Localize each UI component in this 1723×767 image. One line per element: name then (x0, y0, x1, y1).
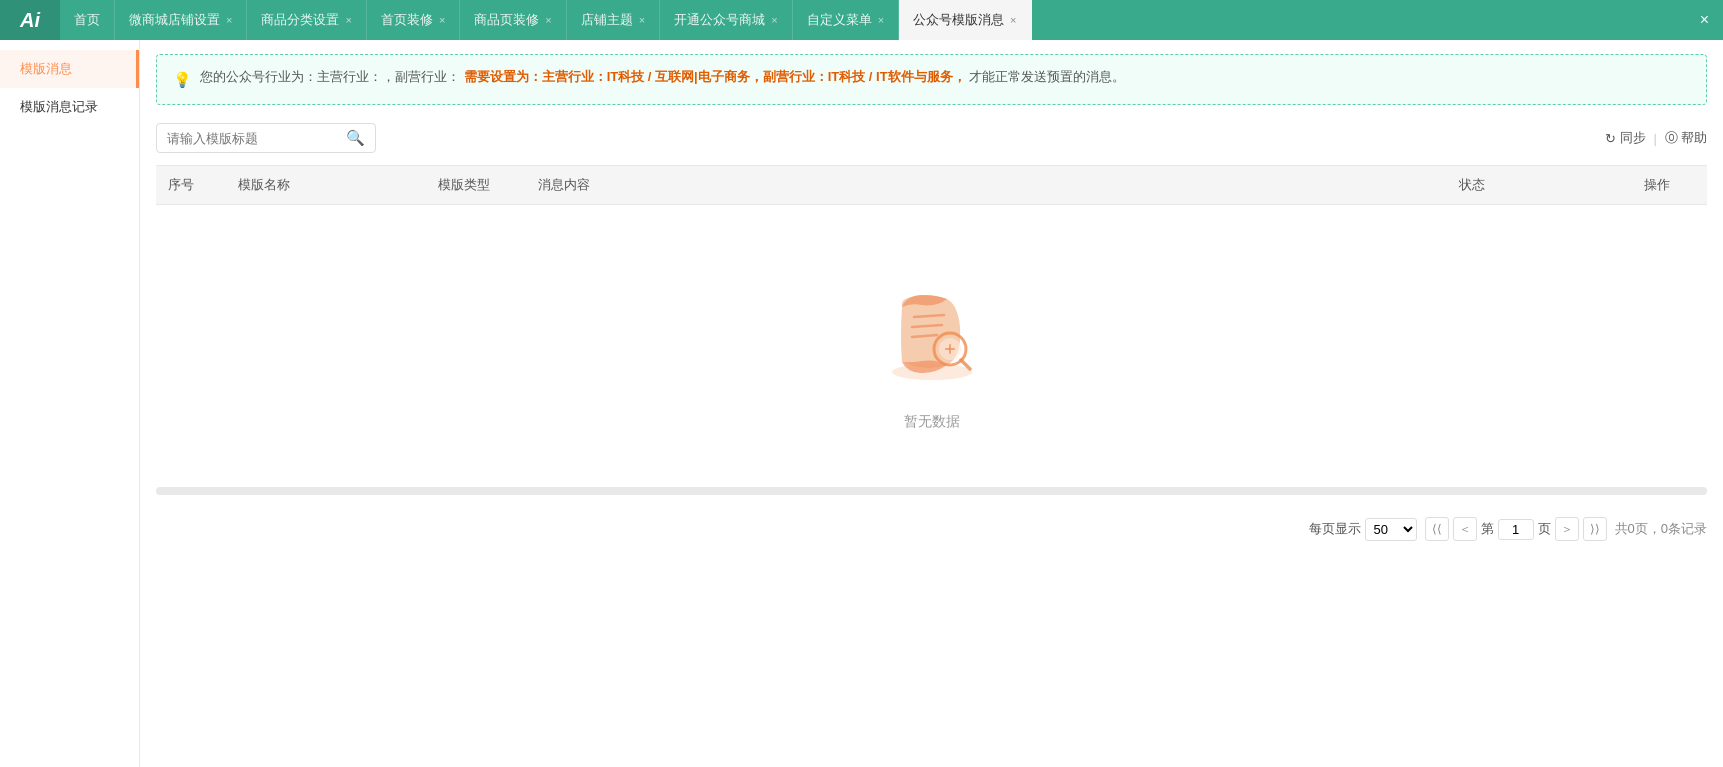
page-input-group: 第 页 (1481, 519, 1551, 540)
tab-close-icon[interactable]: × (878, 14, 884, 26)
last-page-button[interactable]: ⟩⟩ (1583, 517, 1607, 541)
content-area: 💡 您的公众号行业为：主营行业：，副营行业： 需要设置为：主营行业：IT科技 /… (140, 40, 1723, 767)
nav-tab-shop-settings[interactable]: 微商城店铺设置 × (115, 0, 247, 40)
horizontal-scrollbar[interactable] (156, 487, 1707, 495)
sidebar: 模版消息模版消息记录 (0, 40, 140, 767)
nav-tab-label: 商品分类设置 (261, 11, 339, 29)
nav-tab-open-mall[interactable]: 开通公众号商城 × (660, 0, 792, 40)
nav-tab-label: 开通公众号商城 (674, 11, 765, 29)
app-logo: Ai (0, 0, 60, 40)
prev-page-button[interactable]: ＜ (1453, 517, 1477, 541)
tab-close-icon[interactable]: × (439, 14, 445, 26)
page-prefix-label: 第 (1481, 520, 1494, 538)
page-size-dropdown[interactable]: 102050100 (1365, 518, 1417, 541)
nav-tab-shop-theme[interactable]: 店铺主题 × (567, 0, 660, 40)
notice-text: 您的公众号行业为：主营行业：，副营行业： 需要设置为：主营行业：IT科技 / 互… (200, 67, 1125, 88)
page-suffix-label: 页 (1538, 520, 1551, 538)
col-header-action: 操作 (1607, 166, 1707, 205)
toolbar-divider: | (1654, 131, 1657, 146)
tab-close-icon[interactable]: × (226, 14, 232, 26)
main-layout: 模版消息模版消息记录 💡 您的公众号行业为：主营行业：，副营行业： 需要设置为：… (0, 40, 1723, 767)
nav-tab-product-category[interactable]: 商品分类设置 × (247, 0, 366, 40)
sync-icon: ↻ (1605, 131, 1616, 146)
page-nav: ⟨⟨ ＜ 第 页 ＞ ⟩⟩ (1425, 517, 1607, 541)
tab-close-icon[interactable]: × (639, 14, 645, 26)
col-header-status: 状态 (1447, 166, 1607, 205)
sync-button[interactable]: ↻ 同步 (1605, 129, 1646, 147)
nav-tab-label: 首页 (74, 11, 100, 29)
pagination-row: 每页显示 102050100 ⟨⟨ ＜ 第 页 ＞ ⟩⟩ 共0页，0条记录 (156, 511, 1707, 547)
sidebar-item-template-record[interactable]: 模版消息记录 (0, 88, 139, 126)
help-button[interactable]: ⓪ 帮助 (1665, 129, 1707, 147)
nav-tab-label: 店铺主题 (581, 11, 633, 29)
nav-tab-label: 商品页装修 (474, 11, 539, 29)
search-icon[interactable]: 🔍 (346, 129, 365, 147)
empty-state: 暂无数据 (156, 217, 1707, 471)
col-header-type: 模版类型 (426, 166, 526, 205)
nav-tab-label: 公众号模版消息 (913, 11, 1004, 29)
nav-tab-template-msg[interactable]: 公众号模版消息 × (899, 0, 1031, 40)
search-input[interactable] (167, 131, 346, 146)
empty-icon (872, 277, 992, 397)
data-table: 序号模版名称模版类型消息内容状态操作 (156, 165, 1707, 205)
col-header-name: 模版名称 (226, 166, 426, 205)
nav-tab-home-decor[interactable]: 首页装修 × (367, 0, 460, 40)
page-size-label: 每页显示 (1309, 520, 1361, 538)
first-page-button[interactable]: ⟨⟨ (1425, 517, 1449, 541)
nav-tabs-container: 首页微商城店铺设置×商品分类设置×首页装修×商品页装修×店铺主题×开通公众号商城… (60, 0, 1686, 40)
nav-tab-home[interactable]: 首页 (60, 0, 115, 40)
col-header-content: 消息内容 (526, 166, 1447, 205)
current-page-input[interactable] (1498, 519, 1534, 540)
nav-tab-product-decor[interactable]: 商品页装修 × (460, 0, 566, 40)
nav-tab-label: 自定义菜单 (807, 11, 872, 29)
tab-close-icon[interactable]: × (771, 14, 777, 26)
nav-tab-label: 首页装修 (381, 11, 433, 29)
notice-box: 💡 您的公众号行业为：主营行业：，副营行业： 需要设置为：主营行业：IT科技 /… (156, 54, 1707, 105)
search-box[interactable]: 🔍 (156, 123, 376, 153)
tab-close-icon[interactable]: × (1010, 14, 1016, 26)
col-header-index: 序号 (156, 166, 226, 205)
toolbar-right: ↻ 同步 | ⓪ 帮助 (1605, 129, 1707, 147)
global-close-button[interactable]: × (1686, 11, 1723, 29)
toolbar-row: 🔍 ↻ 同步 | ⓪ 帮助 (156, 123, 1707, 153)
tab-close-icon[interactable]: × (545, 14, 551, 26)
tab-close-icon[interactable]: × (345, 14, 351, 26)
top-nav: Ai 首页微商城店铺设置×商品分类设置×首页装修×商品页装修×店铺主题×开通公众… (0, 0, 1723, 40)
table-header: 序号模版名称模版类型消息内容状态操作 (156, 166, 1707, 205)
nav-tab-custom-menu[interactable]: 自定义菜单 × (793, 0, 899, 40)
empty-text: 暂无数据 (904, 413, 960, 431)
total-text: 共0页，0条记录 (1615, 520, 1707, 538)
page-size-select: 每页显示 102050100 (1309, 518, 1417, 541)
help-icon: ⓪ (1665, 129, 1678, 147)
nav-tab-label: 微商城店铺设置 (129, 11, 220, 29)
sidebar-item-template-msg[interactable]: 模版消息 (0, 50, 139, 88)
next-page-button[interactable]: ＞ (1555, 517, 1579, 541)
light-bulb-icon: 💡 (173, 68, 192, 92)
